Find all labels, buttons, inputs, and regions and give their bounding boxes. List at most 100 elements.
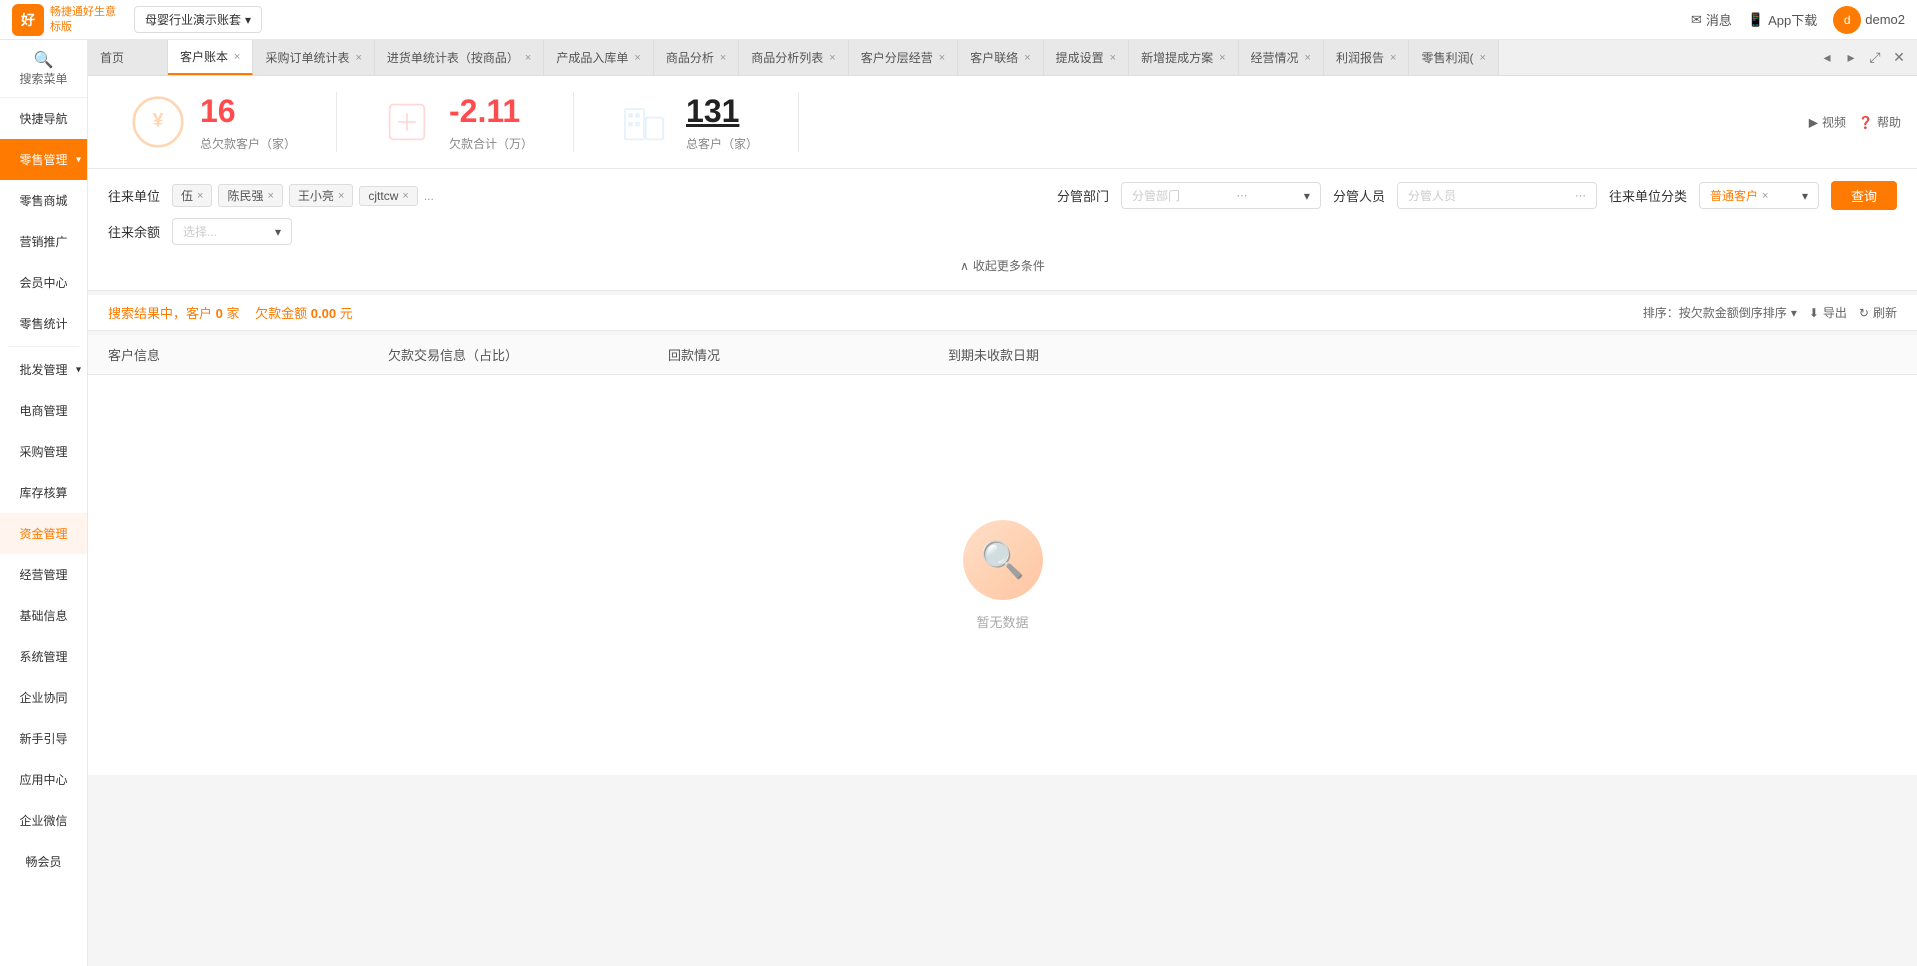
sidebar-item-marketing[interactable]: 营销推广 xyxy=(0,221,87,262)
tab-scroll-right[interactable]: ▸ xyxy=(1841,48,1861,68)
tab-customer-segment[interactable]: 客户分层经营 × xyxy=(849,40,958,75)
sidebar-item-new-guide[interactable]: 新手引导 xyxy=(0,718,87,759)
unit-classify-tag-close[interactable]: × xyxy=(1762,190,1768,202)
tab-expand[interactable]: ⤢ xyxy=(1865,48,1885,68)
video-help-button[interactable]: ▶ 视频 xyxy=(1809,114,1846,131)
tab-close-all[interactable]: ✕ xyxy=(1889,48,1909,68)
overdue-amount-icon xyxy=(377,92,437,152)
tab-close-new-raise-plan[interactable]: × xyxy=(1219,52,1225,64)
avatar: d xyxy=(1833,6,1861,34)
tab-scroll-left[interactable]: ◂ xyxy=(1817,48,1837,68)
top-bar-left: 好 畅捷通好生意 标版 母婴行业演示账套 ▾ xyxy=(12,4,262,36)
tab-close-retail-profit[interactable]: × xyxy=(1479,52,1485,64)
person-select[interactable]: 分管人员 ⋯ xyxy=(1397,182,1597,209)
table-header: 客户信息 欠款交易信息（占比） 回款情况 到期未收款日期 xyxy=(88,335,1917,375)
tab-product-analysis[interactable]: 商品分析 × xyxy=(654,40,739,75)
total-customers-label: 总客户（家） xyxy=(686,135,758,152)
unit-classify-chevron: ▾ xyxy=(1802,189,1808,203)
filter-row-1: 往来单位 伍 × 陈民强 × 王小亮 × xyxy=(108,181,1897,210)
filter-tag-cjttcw: cjttcw × xyxy=(359,186,417,206)
sidebar-divider xyxy=(8,346,79,347)
sidebar-item-basic-info[interactable]: 基础信息 xyxy=(0,595,87,636)
export-button[interactable]: ⬇ 导出 xyxy=(1809,304,1847,321)
filter-more-tags[interactable]: ... xyxy=(424,189,434,203)
main-layout: 🔍 搜索菜单 快捷导航 零售管理 ▾ 零售商城 营销推广 会员中心 零售统计 批… xyxy=(0,40,1917,966)
col-due-date: 到期未收款日期 xyxy=(948,345,1897,364)
tab-close-ops-situation[interactable]: × xyxy=(1305,52,1311,64)
sort-select[interactable]: 排序：按欠款金额倒序排序 ▾ xyxy=(1643,304,1797,321)
sidebar-item-retail-mgmt[interactable]: 零售管理 ▾ xyxy=(0,139,87,180)
sidebar-item-ops-mgmt[interactable]: 经营管理 xyxy=(0,554,87,595)
sidebar-item-sys-mgmt[interactable]: 系统管理 xyxy=(0,636,87,677)
sidebar: 🔍 搜索菜单 快捷导航 零售管理 ▾ 零售商城 营销推广 会员中心 零售统计 批… xyxy=(0,40,88,966)
overdue-customers-label: 总欠款客户（家） xyxy=(200,135,296,152)
tab-close-customer-segment[interactable]: × xyxy=(939,52,945,64)
sidebar-item-wholesale-mgmt[interactable]: 批发管理 ▾ xyxy=(0,349,87,390)
tag-close-wu[interactable]: × xyxy=(197,190,203,202)
tag-close-chen[interactable]: × xyxy=(267,190,273,202)
question-icon: ❓ xyxy=(1858,115,1873,129)
query-button[interactable]: 查询 xyxy=(1831,181,1897,210)
sidebar-search[interactable]: 🔍 搜索菜单 xyxy=(0,40,87,98)
tag-close-wang[interactable]: × xyxy=(338,190,344,202)
empty-icon-inner: 🔍 xyxy=(963,520,1043,600)
sort-label: 排序：按欠款金额倒序排序 xyxy=(1643,304,1787,321)
filter-area: 往来单位 伍 × 陈民强 × 王小亮 × xyxy=(88,169,1917,291)
sidebar-item-vip-member[interactable]: 畅会员 xyxy=(0,841,87,882)
tab-close-product-analysis[interactable]: × xyxy=(720,52,726,64)
empty-icon: 🔍 xyxy=(963,520,1043,600)
chevron-icon: ▾ xyxy=(76,154,81,165)
sidebar-item-enterprise-coop[interactable]: 企业协同 xyxy=(0,677,87,718)
sidebar-item-retail-mall[interactable]: 零售商城 xyxy=(0,180,87,221)
app-download-button[interactable]: 📱 App下载 xyxy=(1748,10,1817,29)
tab-customer-contact[interactable]: 客户联络 × xyxy=(958,40,1043,75)
message-icon: ✉ xyxy=(1691,12,1702,28)
unit-classify-select[interactable]: 普通客户 × ▾ xyxy=(1699,182,1819,209)
tab-ops-situation[interactable]: 经营情况 × xyxy=(1239,40,1324,75)
refresh-button[interactable]: ↻ 刷新 xyxy=(1859,304,1897,321)
tab-retail-profit[interactable]: 零售利润( × xyxy=(1409,40,1498,75)
overdue-amount-value: -2.11 xyxy=(449,92,533,130)
sidebar-item-member-center[interactable]: 会员中心 xyxy=(0,262,87,303)
tab-close-inbound-stats[interactable]: × xyxy=(525,52,531,64)
table-container: 客户信息 欠款交易信息（占比） 回款情况 到期未收款日期 🔍 暂无数据 xyxy=(88,335,1917,775)
help-button[interactable]: ❓ 帮助 xyxy=(1858,114,1901,131)
balance-select[interactable]: 选择... ▾ xyxy=(172,218,292,245)
tab-product-analysis-list[interactable]: 商品分析列表 × xyxy=(739,40,848,75)
sidebar-item-enterprise-wechat[interactable]: 企业微信 xyxy=(0,800,87,841)
tab-new-raise-plan[interactable]: 新增提成方案 × xyxy=(1129,40,1238,75)
sidebar-item-ecommerce[interactable]: 电商管理 xyxy=(0,390,87,431)
stat-overdue-amount-info: -2.11 欠款合计（万） xyxy=(449,92,533,151)
dept-select[interactable]: 分管部门 ⋯ ▾ xyxy=(1121,182,1321,209)
empty-text: 暂无数据 xyxy=(976,612,1028,631)
tab-customer-balance[interactable]: 客户账本 × xyxy=(168,40,253,75)
tab-close-customer-balance[interactable]: × xyxy=(234,51,240,63)
tab-close-purchase-order-stats[interactable]: × xyxy=(355,52,361,64)
sidebar-item-inventory[interactable]: 库存核算 xyxy=(0,472,87,513)
message-button[interactable]: ✉ 消息 xyxy=(1691,10,1732,29)
tab-purchase-order-stats[interactable]: 采购订单统计表 × xyxy=(253,40,374,75)
tab-close-raise-settings[interactable]: × xyxy=(1110,52,1116,64)
sidebar-item-retail-stats[interactable]: 零售统计 xyxy=(0,303,87,344)
tab-close-product-inbound[interactable]: × xyxy=(634,52,640,64)
tab-product-inbound[interactable]: 产成品入库单 × xyxy=(544,40,653,75)
tab-raise-settings[interactable]: 提成设置 × xyxy=(1044,40,1129,75)
sidebar-item-purchase-mgmt[interactable]: 采购管理 xyxy=(0,431,87,472)
tab-inbound-stats[interactable]: 进货单统计表（按商品） × xyxy=(375,40,544,75)
sidebar-item-capital-mgmt[interactable]: 资金管理 xyxy=(0,513,87,554)
sidebar-item-app-center[interactable]: 应用中心 xyxy=(0,759,87,800)
tab-profit-report[interactable]: 利润报告 × xyxy=(1324,40,1409,75)
person-filter-label: 分管人员 xyxy=(1333,186,1385,205)
user-menu[interactable]: d demo2 xyxy=(1833,6,1905,34)
tab-close-customer-contact[interactable]: × xyxy=(1024,52,1030,64)
store-selector[interactable]: 母婴行业演示账套 ▾ xyxy=(134,6,262,33)
overdue-amount-label: 欠款合计（万） xyxy=(449,135,533,152)
col-repayment: 回款情况 xyxy=(668,345,948,364)
filter-collapse-button[interactable]: ∧ 收起更多条件 xyxy=(108,253,1897,278)
tab-home[interactable]: 首页 xyxy=(88,40,168,75)
tab-close-profit-report[interactable]: × xyxy=(1390,52,1396,64)
empty-state: 🔍 暂无数据 xyxy=(943,460,1063,691)
tab-close-product-analysis-list[interactable]: × xyxy=(829,52,835,64)
sidebar-item-quick-nav[interactable]: 快捷导航 xyxy=(0,98,87,139)
tag-close-cjttcw[interactable]: × xyxy=(402,190,408,202)
